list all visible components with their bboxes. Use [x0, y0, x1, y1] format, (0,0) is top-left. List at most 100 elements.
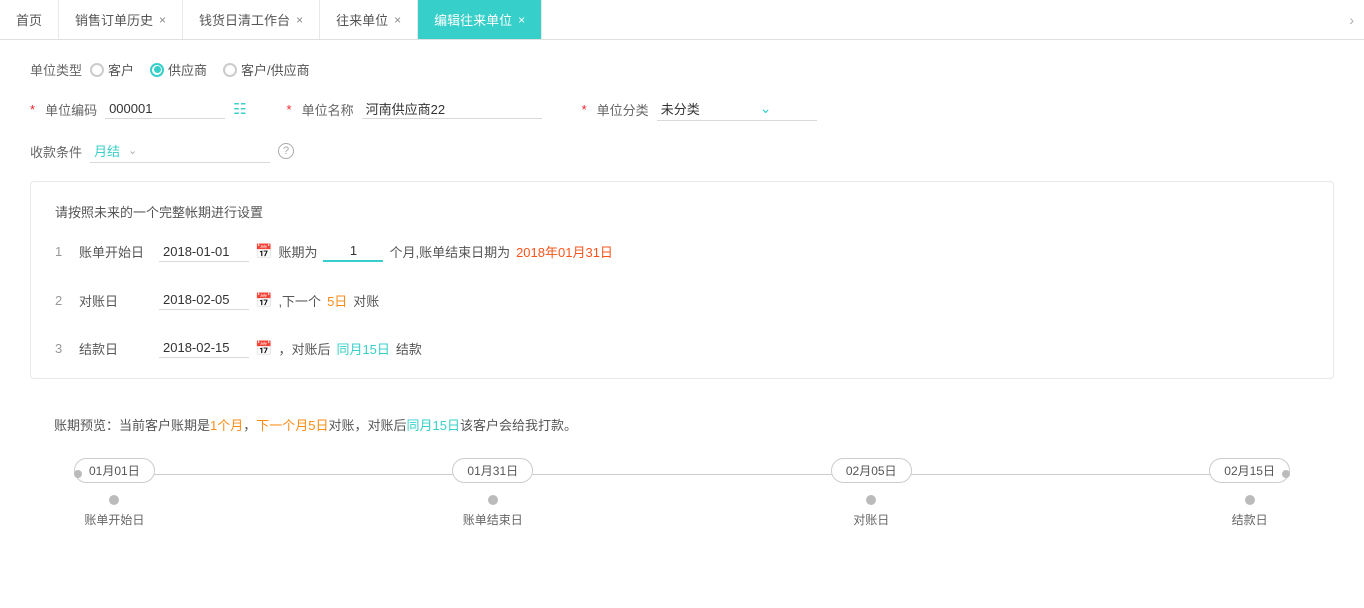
tl-point-3: 02月05日 对账日 — [831, 458, 912, 528]
tl-label-3: 对账日 — [853, 511, 889, 528]
unit-type-label: 单位类型 — [30, 60, 82, 79]
payment-select[interactable]: 月结 ⌄ — [90, 139, 270, 163]
reconcile-date-cal-icon[interactable]: 📅 — [255, 292, 272, 309]
tab-cash-work[interactable]: 钱货日清工作台 × — [183, 0, 320, 39]
tl-pill-1: 01月01日 — [74, 458, 155, 483]
panel-title: 请按照未来的一个完整帐期进行设置 — [55, 202, 1309, 221]
unit-category-label: 单位分类 — [597, 100, 649, 119]
tab-edit-partner-label: 编辑往来单位 — [434, 10, 512, 29]
unit-code-input[interactable] — [105, 99, 225, 119]
tl-point-4: 02月15日 结款日 — [1209, 458, 1290, 528]
preview-section: 账期预览：当前客户账期是1个月，下一个月5日对账，对账后同月15日该客户会给我打… — [30, 399, 1334, 544]
unit-type-row: 单位类型 客户 供应商 客户/供应商 — [30, 60, 1334, 79]
timeline-dot-start — [74, 470, 82, 478]
unit-category-select[interactable]: 未分类 ⌄ — [657, 97, 817, 121]
setting-input-wrap-2: 📅 ,下一个 5日 对账 — [159, 290, 379, 310]
unit-type-radio-group: 客户 供应商 客户/供应商 — [90, 60, 310, 79]
payment-value: 月结 — [94, 141, 120, 160]
radio-customer[interactable]: 客户 — [90, 60, 134, 79]
radio-both-circle — [223, 63, 237, 77]
settings-panel: 请按照未来的一个完整帐期进行设置 1 账单开始日 📅 账期为 个月,账单结束日期… — [30, 181, 1334, 379]
unit-name-star: * — [287, 102, 292, 117]
months-input[interactable] — [323, 241, 383, 262]
setting-input-wrap-1: 📅 账期为 个月,账单结束日期为 2018年01月31日 — [159, 241, 613, 262]
timeline-points: 01月01日 账单开始日 01月31日 账单结束日 02月05日 对账日 — [74, 458, 1290, 528]
preview-mid2: 对账，对账后 — [329, 418, 407, 433]
unit-code-lookup-icon[interactable]: ☷ — [233, 100, 246, 118]
payment-date-input[interactable] — [159, 338, 249, 358]
radio-both-label: 客户/供应商 — [241, 60, 310, 79]
months-suffix: 个月,账单结束日期为 — [389, 242, 510, 261]
payment-label: 收款条件 — [30, 142, 82, 161]
tl-pill-3: 02月05日 — [831, 458, 912, 483]
preview-prefix: 账期预览：当前客户账期是 — [54, 418, 210, 433]
radio-both[interactable]: 客户/供应商 — [223, 60, 310, 79]
radio-supplier-label: 供应商 — [168, 60, 207, 79]
unit-code-field: * 单位编码 ☷ — [30, 99, 247, 119]
chevron-down-icon: ⌄ — [760, 100, 772, 117]
tl-label-1: 账单开始日 — [84, 511, 144, 528]
payment-dropdown-icon: ⌄ — [128, 144, 137, 157]
start-date-input[interactable] — [159, 242, 249, 262]
setting-label-3: 结款日 — [79, 339, 159, 358]
unit-code-label: 单位编码 — [45, 100, 97, 119]
period-label: 账期为 — [278, 242, 317, 261]
close-sales-history-icon[interactable]: × — [159, 13, 166, 27]
unit-category-field: * 单位分类 未分类 ⌄ — [582, 97, 817, 121]
end-date-highlight: 2018年01月31日 — [516, 242, 613, 261]
payment-field: 收款条件 月结 ⌄ ? — [30, 139, 294, 163]
reconcile-desc: ,下一个 — [278, 291, 321, 310]
tl-node-1 — [109, 495, 119, 505]
tab-partner[interactable]: 往来单位 × — [320, 0, 418, 39]
reconcile-date-input[interactable] — [159, 290, 249, 310]
payment-date-cal-icon[interactable]: 📅 — [255, 340, 272, 357]
tab-arrow[interactable]: › — [1339, 0, 1364, 39]
tabs-bar: 首页 销售订单历史 × 钱货日清工作台 × 往来单位 × 编辑往来单位 × › — [0, 0, 1364, 40]
unit-name-field: * 单位名称 — [287, 99, 542, 119]
radio-customer-label: 客户 — [108, 60, 134, 79]
tab-cash-work-label: 钱货日清工作台 — [199, 10, 290, 29]
setting-label-2: 对账日 — [79, 291, 159, 310]
radio-customer-circle — [90, 63, 104, 77]
reconcile-day-highlight: 5日 — [327, 291, 347, 310]
close-cash-work-icon[interactable]: × — [296, 13, 303, 27]
tl-label-4: 结款日 — [1232, 511, 1268, 528]
radio-supplier-circle — [150, 63, 164, 77]
start-date-cal-icon[interactable]: 📅 — [255, 243, 272, 260]
setting-row-3: 3 结款日 📅 ，对账后 同月15日 结款 — [55, 338, 1309, 358]
tl-point-2: 01月31日 账单结束日 — [452, 458, 533, 528]
tab-home[interactable]: 首页 — [0, 0, 59, 39]
payment-suffix: 结款 — [396, 339, 422, 358]
setting-label-1: 账单开始日 — [79, 242, 159, 261]
reconcile-suffix: 对账 — [353, 291, 379, 310]
payment-help-icon[interactable]: ? — [278, 143, 294, 159]
preview-highlight1: 1个月 — [210, 418, 243, 433]
setting-num-1: 1 — [55, 244, 79, 259]
tl-node-4 — [1245, 495, 1255, 505]
tab-sales-history[interactable]: 销售订单历史 × — [59, 0, 183, 39]
tab-edit-partner[interactable]: 编辑往来单位 × — [418, 0, 542, 39]
tab-home-label: 首页 — [16, 10, 42, 29]
tl-label-2: 账单结束日 — [463, 511, 523, 528]
preview-suffix: 该客户会给我打款。 — [460, 418, 577, 433]
tl-pill-4: 02月15日 — [1209, 458, 1290, 483]
preview-highlight3: 同月15日 — [407, 418, 460, 433]
page-content: 单位类型 客户 供应商 客户/供应商 * 单位编码 — [0, 40, 1364, 608]
radio-supplier[interactable]: 供应商 — [150, 60, 207, 79]
preview-mid1: ， — [243, 418, 256, 433]
unit-name-input[interactable] — [362, 99, 542, 119]
payment-desc: ，对账后 — [278, 339, 330, 358]
close-partner-icon[interactable]: × — [394, 13, 401, 27]
setting-num-3: 3 — [55, 341, 79, 356]
unit-info-row: * 单位编码 ☷ * 单位名称 * 单位分类 未分类 ⌄ — [30, 97, 1334, 121]
preview-text: 账期预览：当前客户账期是1个月，下一个月5日对账，对账后同月15日该客户会给我打… — [54, 415, 1310, 434]
tab-partner-label: 往来单位 — [336, 10, 388, 29]
close-edit-partner-icon[interactable]: × — [518, 13, 525, 27]
preview-highlight2: 下一个月5日 — [256, 418, 328, 433]
unit-type-field: 单位类型 客户 供应商 客户/供应商 — [30, 60, 310, 79]
tl-pill-2: 01月31日 — [452, 458, 533, 483]
payment-row: 收款条件 月结 ⌄ ? — [30, 139, 1334, 163]
unit-category-star: * — [582, 102, 587, 117]
setting-row-1: 1 账单开始日 📅 账期为 个月,账单结束日期为 2018年01月31日 — [55, 241, 1309, 262]
setting-num-2: 2 — [55, 293, 79, 308]
